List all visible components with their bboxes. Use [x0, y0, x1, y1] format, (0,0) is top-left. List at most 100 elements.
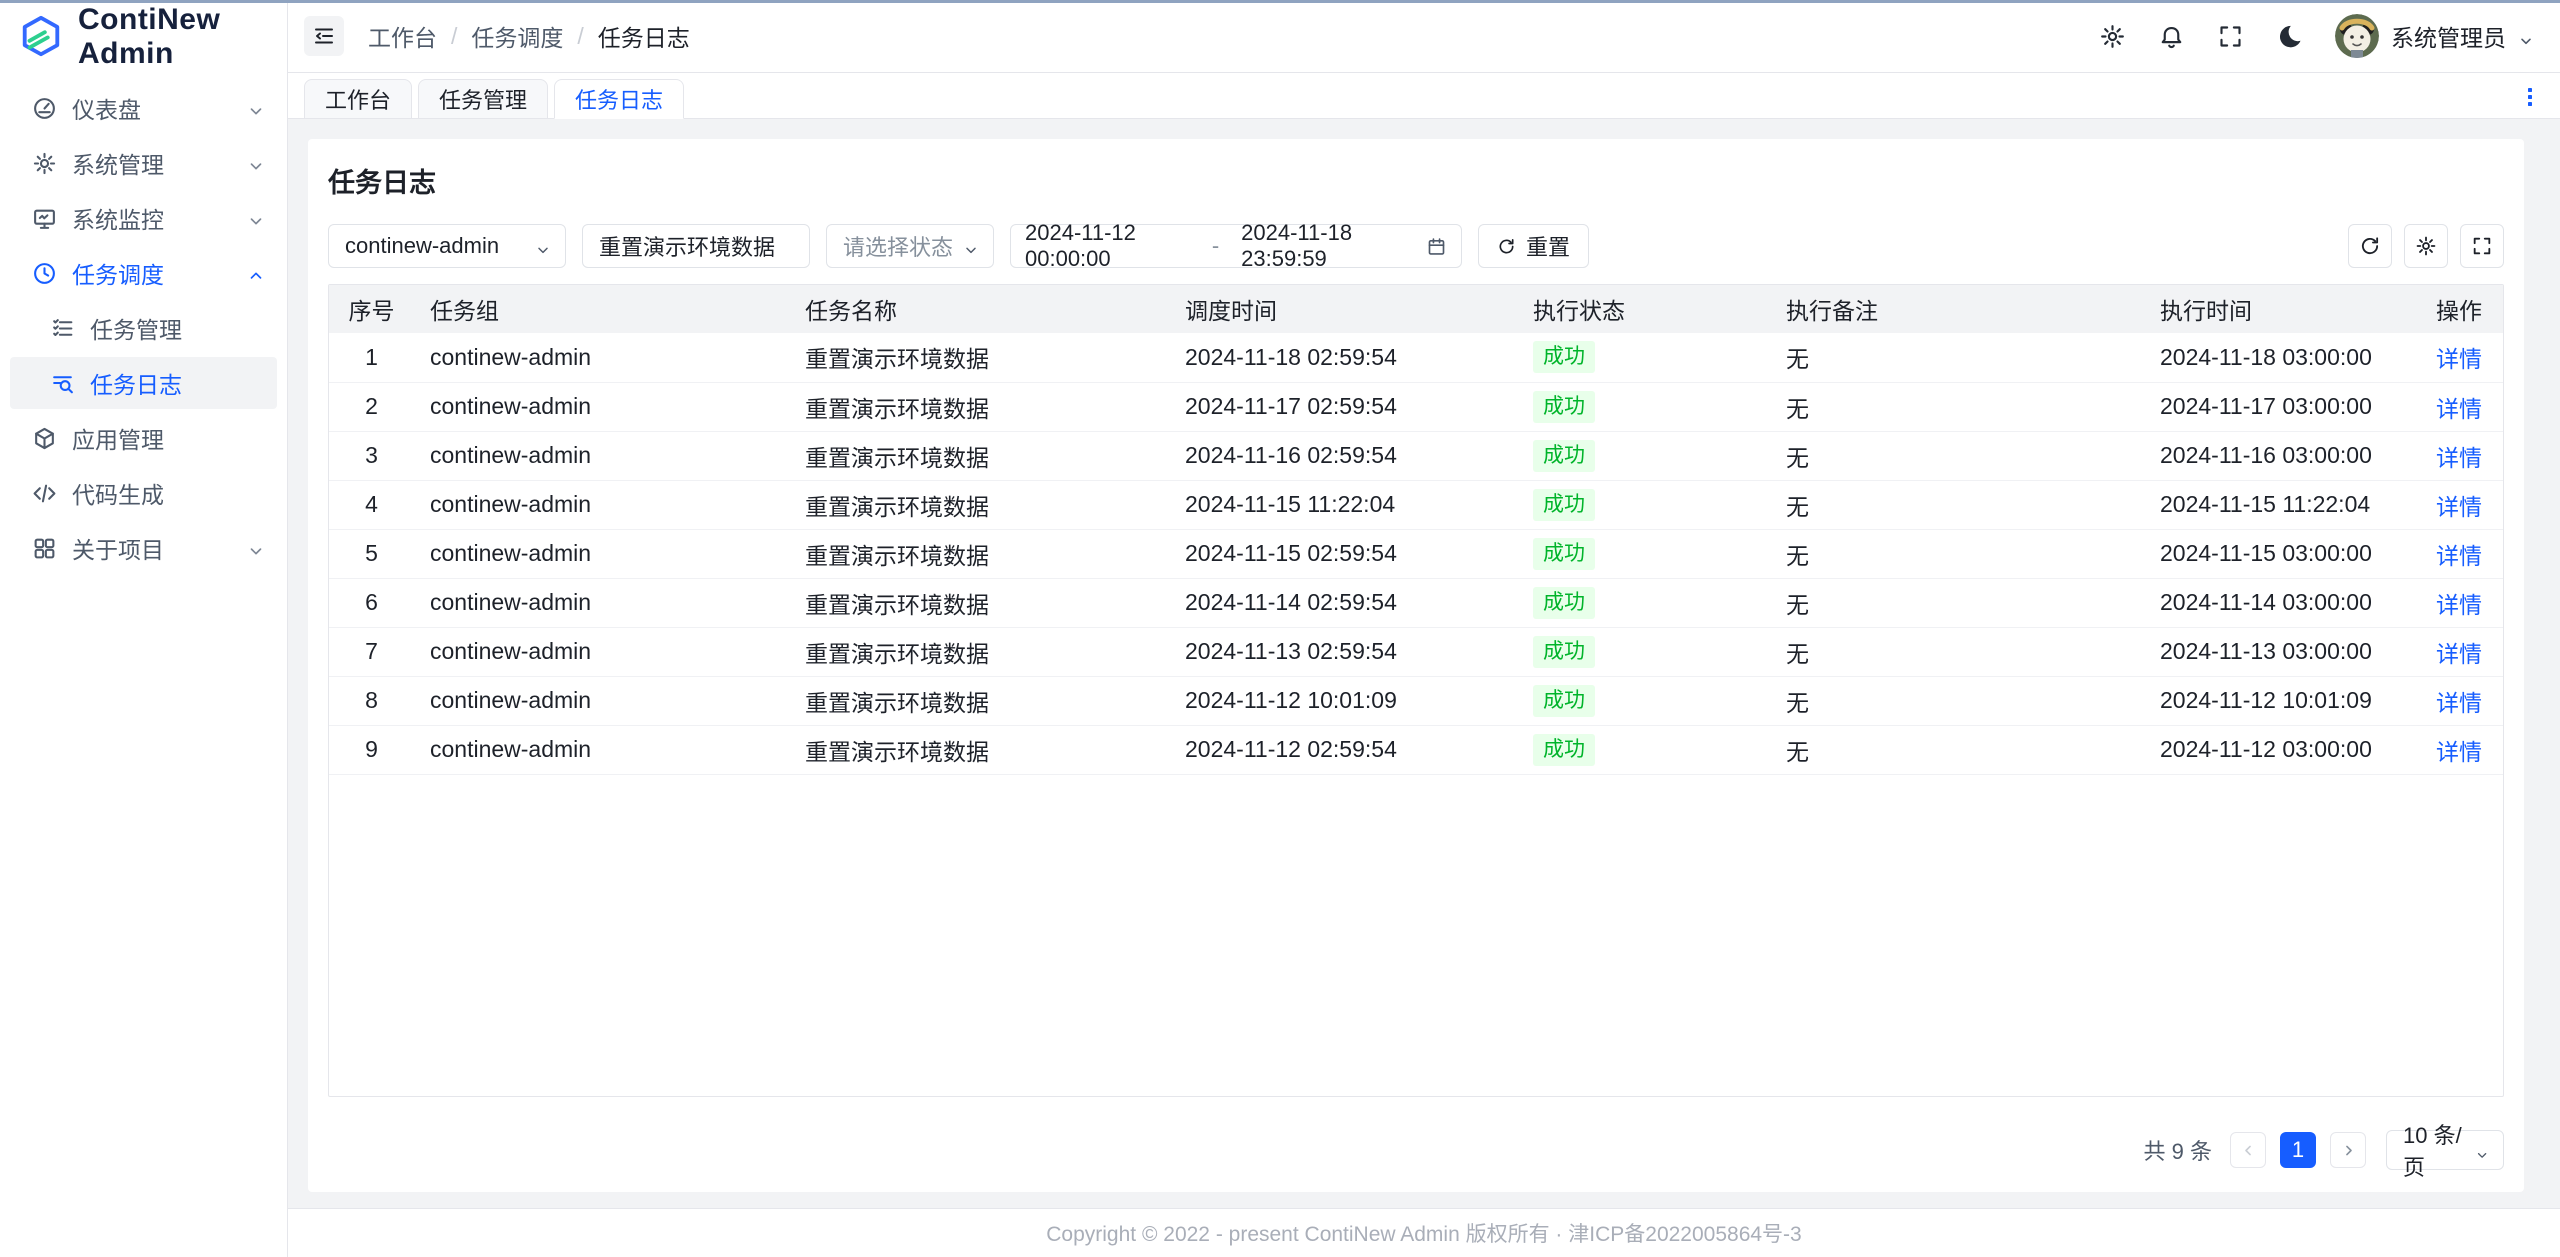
fullscreen-icon [2471, 235, 2493, 257]
cell-task-group: continew-admin [414, 725, 789, 774]
cell-schedule-time: 2024-11-12 10:01:09 [1169, 676, 1517, 725]
task-name-input[interactable] [582, 224, 810, 268]
gear-icon [32, 151, 57, 176]
reset-button[interactable]: 重置 [1478, 224, 1589, 268]
status-badge: 成功 [1533, 391, 1595, 423]
cell-task-group: continew-admin [414, 529, 789, 578]
breadcrumb: 工作台 / 任务调度 / 任务日志 [368, 19, 690, 53]
tab-workbench[interactable]: 工作台 [304, 79, 412, 119]
detail-link[interactable]: 详情 [2436, 396, 2482, 422]
detail-link[interactable]: 详情 [2436, 445, 2482, 471]
tabbar: 工作台 任务管理 任务日志 [288, 73, 2560, 119]
cell-remark: 无 [1770, 578, 2144, 627]
page-size-value: 10 条/页 [2403, 1118, 2475, 1182]
sidebar-item-about-project[interactable]: 关于项目 [10, 522, 277, 574]
cell-exec-time: 2024-11-12 10:01:09 [2144, 676, 2415, 725]
task-group-select-value: continew-admin [345, 233, 499, 259]
settings-icon[interactable] [2099, 23, 2126, 50]
fullscreen-icon[interactable] [2217, 23, 2244, 50]
table-row: 7 continew-admin 重置演示环境数据 2024-11-13 02:… [329, 627, 2503, 676]
cell-task-name: 重置演示环境数据 [789, 431, 1169, 480]
status-badge: 成功 [1533, 341, 1595, 373]
cell-status: 成功 [1517, 480, 1770, 529]
prev-page-button[interactable] [2230, 1132, 2266, 1168]
user-name: 系统管理员 [2391, 19, 2506, 53]
tab-more-icon[interactable] [2520, 86, 2540, 108]
task-group-select[interactable]: continew-admin [328, 224, 566, 268]
pagination: 共 9 条 1 10 条/页 [328, 1102, 2504, 1170]
breadcrumb-separator: / [577, 23, 583, 50]
cell-task-name: 重置演示环境数据 [789, 480, 1169, 529]
cell-task-name: 重置演示环境数据 [789, 725, 1169, 774]
cell-remark: 无 [1770, 480, 2144, 529]
cell-task-name: 重置演示环境数据 [789, 529, 1169, 578]
cell-task-group: continew-admin [414, 676, 789, 725]
detail-link[interactable]: 详情 [2436, 641, 2482, 667]
page-number-button[interactable]: 1 [2280, 1132, 2316, 1168]
refresh-button[interactable] [2348, 224, 2392, 268]
date-end: 2024-11-18 23:59:59 [1241, 220, 1406, 272]
chevron-down-icon [963, 238, 979, 254]
cell-index: 9 [329, 725, 414, 774]
column-settings-button[interactable] [2404, 224, 2448, 268]
date-range-picker[interactable]: 2024-11-12 00:00:00 - 2024-11-18 23:59:5… [1010, 224, 1462, 268]
cell-schedule-time: 2024-11-15 02:59:54 [1169, 529, 1517, 578]
sidebar-item-code-generation[interactable]: 代码生成 [10, 467, 277, 519]
chevron-down-icon [247, 539, 265, 557]
sidebar-item-task-log[interactable]: 任务日志 [10, 357, 277, 409]
detail-link[interactable]: 详情 [2436, 592, 2482, 618]
breadcrumb-item[interactable]: 工作台 [368, 19, 437, 53]
cell-status: 成功 [1517, 529, 1770, 578]
cell-task-group: continew-admin [414, 578, 789, 627]
cell-task-group: continew-admin [414, 333, 789, 382]
table-fullscreen-button[interactable] [2460, 224, 2504, 268]
dark-mode-moon-icon[interactable] [2276, 23, 2303, 50]
cell-task-name: 重置演示环境数据 [789, 676, 1169, 725]
cell-exec-time: 2024-11-13 03:00:00 [2144, 627, 2415, 676]
table-toolbar [2348, 224, 2504, 268]
cell-action: 详情 [2415, 725, 2503, 774]
detail-link[interactable]: 详情 [2436, 543, 2482, 569]
status-select[interactable]: 请选择状态 [826, 224, 994, 268]
reset-button-label: 重置 [1526, 230, 1570, 262]
tab-task-log[interactable]: 任务日志 [554, 79, 684, 119]
user-menu[interactable]: 系统管理员 [2335, 14, 2534, 58]
footer: Copyright © 2022 - present ContiNew Admi… [288, 1208, 2560, 1257]
cell-schedule-time: 2024-11-13 02:59:54 [1169, 627, 1517, 676]
detail-link[interactable]: 详情 [2436, 494, 2482, 520]
sidebar-item-system-monitor[interactable]: 系统监控 [10, 192, 277, 244]
page-size-select[interactable]: 10 条/页 [2386, 1130, 2504, 1170]
sidebar-item-task-management[interactable]: 任务管理 [10, 302, 277, 354]
sidebar-item-task-scheduler[interactable]: 任务调度 [10, 247, 277, 299]
breadcrumb-item[interactable]: 任务调度 [471, 19, 563, 53]
cell-remark: 无 [1770, 627, 2144, 676]
cell-exec-time: 2024-11-18 03:00:00 [2144, 333, 2415, 382]
table-header-cell: 任务组 [414, 285, 789, 333]
cell-index: 3 [329, 431, 414, 480]
cell-action: 详情 [2415, 676, 2503, 725]
sidebar-collapse-button[interactable] [304, 16, 344, 56]
dashboard-icon [32, 96, 57, 121]
status-badge: 成功 [1533, 636, 1595, 668]
cell-index: 8 [329, 676, 414, 725]
next-page-button[interactable] [2330, 1132, 2366, 1168]
chevron-left-icon [2241, 1143, 2256, 1158]
detail-link[interactable]: 详情 [2436, 690, 2482, 716]
detail-link[interactable]: 详情 [2436, 739, 2482, 765]
code-icon [32, 481, 57, 506]
cell-status: 成功 [1517, 627, 1770, 676]
table-header-cell: 执行备注 [1770, 285, 2144, 333]
sidebar-item-app-management[interactable]: 应用管理 [10, 412, 277, 464]
table-row: 1 continew-admin 重置演示环境数据 2024-11-18 02:… [329, 333, 2503, 382]
bell-icon[interactable] [2158, 23, 2185, 50]
app-title: ContiNew Admin [78, 3, 287, 71]
tab-task-management[interactable]: 任务管理 [418, 79, 548, 119]
sidebar-item-system-management[interactable]: 系统管理 [10, 137, 277, 189]
sidebar-item-dashboard[interactable]: 仪表盘 [10, 82, 277, 134]
detail-link[interactable]: 详情 [2436, 346, 2482, 372]
main-area: 工作台 / 任务调度 / 任务日志 [288, 0, 2560, 1257]
status-badge: 成功 [1533, 538, 1595, 570]
clock-icon [32, 261, 57, 286]
cell-schedule-time: 2024-11-15 11:22:04 [1169, 480, 1517, 529]
chevron-down-icon [247, 99, 265, 117]
